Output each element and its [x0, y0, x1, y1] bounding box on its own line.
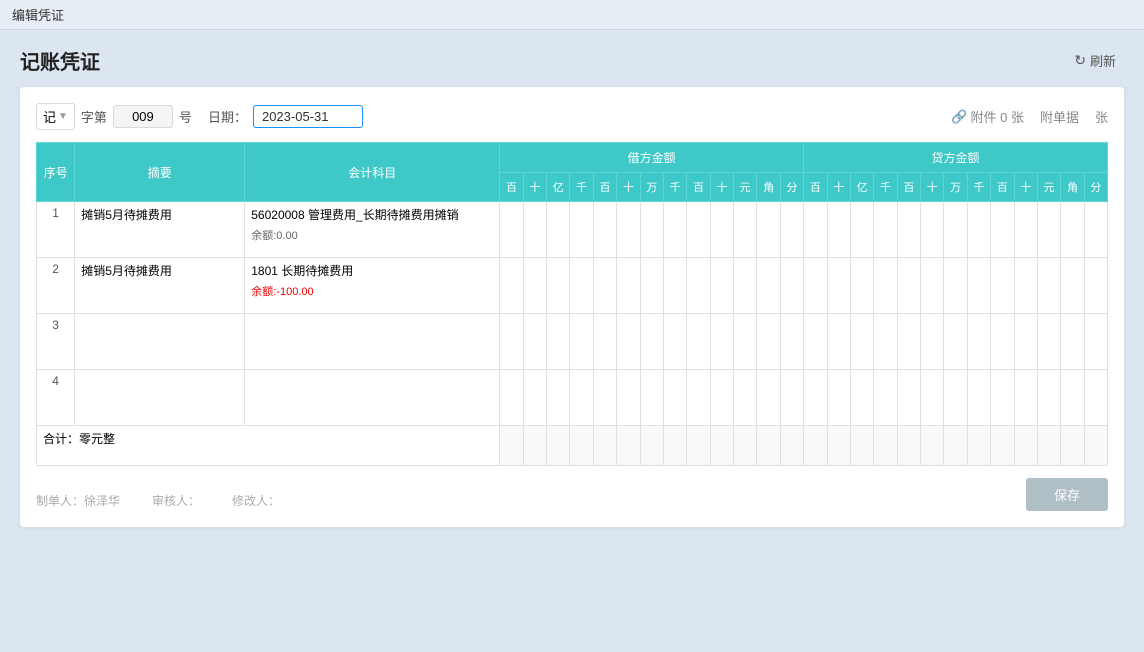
th-debit: 借方金额 [500, 143, 804, 173]
total-row: 合计：零元整 [37, 426, 1108, 466]
attachment-area: 🔗 附件 0 张 附单据 张 [951, 107, 1108, 126]
dh-3: 亿 [547, 173, 570, 202]
balance-1: 余额:0.00 [251, 227, 493, 243]
row-seq-4: 4 [37, 370, 75, 426]
dh-6: 十 [617, 173, 640, 202]
row-seq-3: 3 [37, 314, 75, 370]
form-row: 记 ▼ 字第 号 日期： 🔗 附件 0 张 附单据 张 [36, 103, 1108, 130]
chevron-down-icon: ▼ [58, 111, 68, 122]
table-row: 3 [37, 314, 1108, 370]
page-title: 记账凭证 [20, 46, 100, 75]
prefix-select[interactable]: 记 ▼ [36, 103, 75, 130]
ch-7: 万 [944, 173, 967, 202]
balance-2: 余额:-100.00 [251, 283, 493, 299]
ch-3: 亿 [850, 173, 873, 202]
voucher-table: 序号 摘要 会计科目 借方金额 贷方金额 百 十 亿 千 百 十 万 [36, 142, 1108, 466]
table-row: 2 摊销5月待摊费用 1801 长期待摊费用 余额:-100.00 [37, 258, 1108, 314]
row-account-4[interactable] [245, 370, 500, 426]
date-group: 日期： [208, 105, 363, 128]
modifier-label: 修改人： [232, 492, 280, 509]
th-account: 会计科目 [245, 143, 500, 202]
dh-12: 角 [757, 173, 780, 202]
attach-count: 张 [1095, 107, 1108, 126]
date-label: 日期： [208, 107, 247, 126]
refresh-button[interactable]: ↻ 刷新 [1066, 47, 1124, 74]
title-bar-label: 编辑凭证 [12, 5, 64, 24]
date-input[interactable] [253, 105, 363, 128]
header-row-1: 序号 摘要 会计科目 借方金额 贷方金额 [37, 143, 1108, 173]
dh-5: 百 [593, 173, 616, 202]
ch-12: 角 [1061, 173, 1084, 202]
th-credit: 贷方金额 [804, 143, 1108, 173]
row-account-1[interactable]: 56020008 管理费用_长期待摊费用摊销 余额:0.00 [245, 202, 500, 258]
row-summary-3[interactable] [75, 314, 245, 370]
prefix-value: 记 [43, 107, 56, 126]
row-seq-2: 2 [37, 258, 75, 314]
maker-label: 制单人：徐泽华 [36, 492, 120, 509]
dh-11: 元 [734, 173, 757, 202]
table-row: 4 [37, 370, 1108, 426]
attachment-link[interactable]: 🔗 附件 0 张 [951, 107, 1024, 126]
table-container: 序号 摘要 会计科目 借方金额 贷方金额 百 十 亿 千 百 十 万 [36, 142, 1108, 466]
ch-10: 十 [1014, 173, 1037, 202]
ch-2: 十 [827, 173, 850, 202]
ch-11: 元 [1037, 173, 1060, 202]
title-bar: 编辑凭证 [0, 0, 1144, 30]
th-summary: 摘要 [75, 143, 245, 202]
main-content: 记账凭证 ↻ 刷新 记 ▼ 字第 号 日期： 🔗 [0, 30, 1144, 652]
save-button[interactable]: 保存 [1026, 478, 1108, 511]
dh-8: 千 [663, 173, 686, 202]
row-summary-2[interactable]: 摊销5月待摊费用 [75, 258, 245, 314]
dh-10: 十 [710, 173, 733, 202]
attach-label: 附件 0 张 [971, 107, 1024, 126]
account-name-2: 1801 长期待摊费用 [251, 262, 493, 279]
zi-label: 字第 [81, 107, 107, 126]
row-account-2[interactable]: 1801 长期待摊费用 余额:-100.00 [245, 258, 500, 314]
dh-1: 百 [500, 173, 523, 202]
prefix-group: 记 ▼ 字第 号 [36, 103, 192, 130]
account-name-1: 56020008 管理费用_长期待摊费用摊销 [251, 206, 493, 223]
dh-2: 十 [523, 173, 546, 202]
ch-13: 分 [1084, 173, 1107, 202]
footer-info: 制单人：徐泽华 审核人： 修改人： [36, 492, 280, 509]
page-header: 记账凭证 ↻ 刷新 [20, 46, 1124, 75]
auditor-label: 审核人： [152, 492, 200, 509]
refresh-icon: ↻ [1074, 52, 1086, 69]
th-seq: 序号 [37, 143, 75, 202]
row-account-3[interactable] [245, 314, 500, 370]
ch-1: 百 [804, 173, 827, 202]
paperclip-icon: 🔗 [951, 109, 967, 125]
row-summary-4[interactable] [75, 370, 245, 426]
voucher-number-input[interactable] [113, 105, 173, 128]
row-seq-1: 1 [37, 202, 75, 258]
refresh-label: 刷新 [1090, 51, 1116, 70]
ch-9: 百 [991, 173, 1014, 202]
attach-single[interactable]: 附单据 [1040, 107, 1079, 126]
ch-8: 千 [967, 173, 990, 202]
dh-4: 千 [570, 173, 593, 202]
footer: 制单人：徐泽华 审核人： 修改人： 保存 [36, 478, 1108, 511]
row-summary-1[interactable]: 摊销5月待摊费用 [75, 202, 245, 258]
dh-9: 百 [687, 173, 710, 202]
dh-13: 分 [780, 173, 803, 202]
ch-5: 百 [897, 173, 920, 202]
ch-6: 十 [921, 173, 944, 202]
dh-7: 万 [640, 173, 663, 202]
num-suffix: 号 [179, 107, 192, 126]
table-row: 1 摊销5月待摊费用 56020008 管理费用_长期待摊费用摊销 余额:0.0… [37, 202, 1108, 258]
voucher-card: 记 ▼ 字第 号 日期： 🔗 附件 0 张 附单据 张 [20, 87, 1124, 527]
ch-4: 千 [874, 173, 897, 202]
total-label: 合计：零元整 [37, 426, 500, 466]
